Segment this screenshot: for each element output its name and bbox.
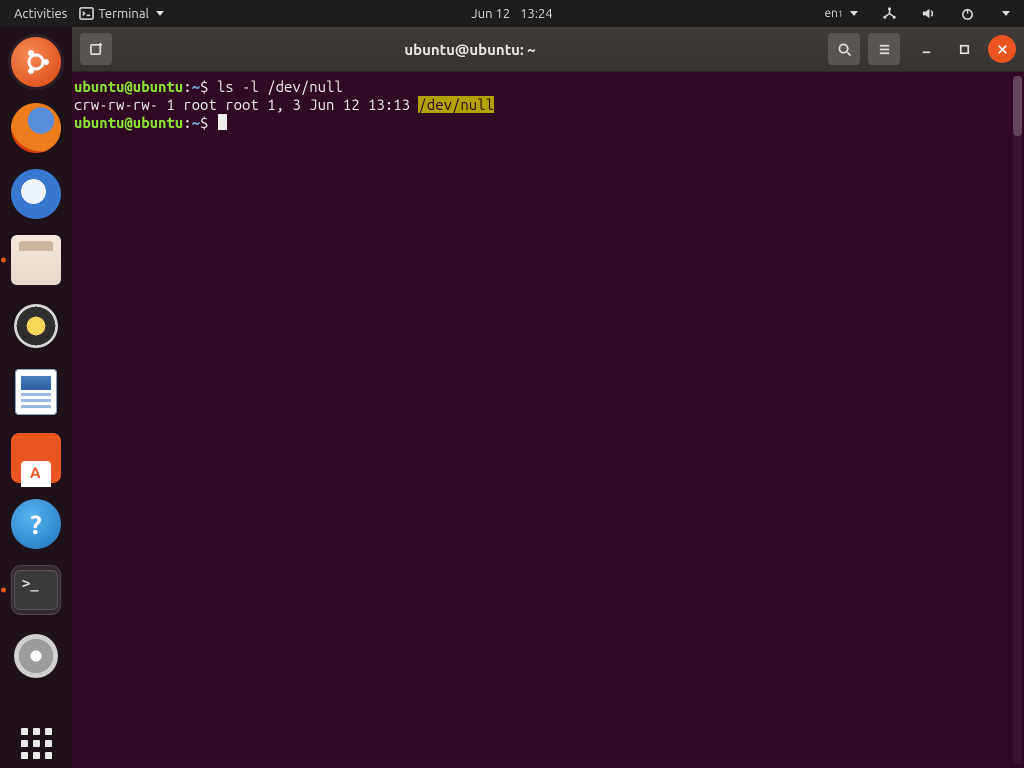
terminal-output: ubuntu@ubuntu:~$ ls -l /dev/nullcrw-rw-r… — [74, 78, 1018, 132]
app-menu-button[interactable]: Terminal — [73, 6, 170, 21]
minimize-button[interactable] — [912, 35, 940, 63]
terminal-line: crw-rw-rw- 1 root root 1, 3 Jun 12 13:13… — [74, 96, 1018, 114]
titlebar: ubuntu@ubuntu: ~ — [72, 27, 1024, 72]
minimize-icon — [919, 42, 934, 57]
dock-app-disks[interactable] — [11, 631, 61, 681]
dock-app-firefox[interactable] — [11, 103, 61, 153]
status-area: en1 — [818, 6, 1016, 21]
window-title: ubuntu@ubuntu: ~ — [120, 41, 820, 58]
ubuntu-logo-icon — [21, 47, 51, 77]
dock-app-terminal[interactable]: >_ — [11, 565, 61, 615]
input-source-button[interactable]: en1 — [818, 7, 864, 20]
dock-show-applications[interactable] — [11, 718, 61, 768]
dock-app-rhythmbox[interactable] — [11, 301, 61, 351]
chevron-down-icon — [850, 11, 858, 16]
terminal-icon — [79, 6, 94, 21]
chevron-down-icon — [1002, 11, 1010, 16]
hamburger-icon — [877, 42, 892, 57]
clock[interactable]: Jun 12 13:24 — [471, 7, 552, 21]
system-menu-toggle[interactable] — [993, 11, 1016, 16]
close-icon — [995, 42, 1010, 57]
chevron-down-icon — [156, 11, 164, 16]
grid-icon — [21, 728, 52, 759]
terminal-body[interactable]: ubuntu@ubuntu:~$ ls -l /dev/nullcrw-rw-r… — [72, 72, 1024, 768]
volume-icon — [921, 6, 936, 21]
terminal-window: ubuntu@ubuntu: ~ ubuntu@ubuntu:~$ ls -l … — [72, 27, 1024, 768]
new-tab-button[interactable] — [80, 33, 112, 65]
activities-label: Activities — [14, 7, 67, 21]
scrollbar-thumb[interactable] — [1013, 76, 1022, 136]
dock-app-libreoffice-writer[interactable] — [11, 367, 61, 417]
cursor — [218, 114, 227, 130]
new-tab-icon — [89, 42, 104, 57]
dock-app-files[interactable] — [11, 235, 61, 285]
power-indicator[interactable] — [954, 6, 981, 21]
top-bar: Activities Terminal Jun 12 13:24 en1 — [0, 0, 1024, 27]
scrollbar[interactable] — [1013, 76, 1022, 764]
search-button[interactable] — [828, 33, 860, 65]
search-icon — [837, 42, 852, 57]
terminal-line: ubuntu@ubuntu:~$ — [74, 114, 1018, 132]
hamburger-menu-button[interactable] — [868, 33, 900, 65]
close-button[interactable] — [988, 35, 1016, 63]
dock-app-thunderbird[interactable] — [11, 169, 61, 219]
terminal-line: ubuntu@ubuntu:~$ ls -l /dev/null — [74, 78, 1018, 96]
clock-date: Jun 12 — [471, 7, 510, 21]
activities-button[interactable]: Activities — [8, 7, 73, 21]
dock: ? >_ — [0, 27, 72, 768]
power-icon — [960, 6, 975, 21]
dock-app-ubuntu-software[interactable] — [11, 433, 61, 483]
clock-time: 13:24 — [520, 7, 553, 21]
language-label: en1 — [824, 7, 843, 20]
volume-indicator[interactable] — [915, 6, 942, 21]
network-indicator[interactable] — [876, 6, 903, 21]
app-menu-label: Terminal — [98, 7, 149, 21]
dock-app-ubuntu[interactable] — [11, 37, 61, 87]
maximize-button[interactable] — [950, 35, 978, 63]
window-controls — [912, 35, 1016, 63]
maximize-icon — [957, 42, 972, 57]
network-icon — [882, 6, 897, 21]
dock-app-help[interactable]: ? — [11, 499, 61, 549]
